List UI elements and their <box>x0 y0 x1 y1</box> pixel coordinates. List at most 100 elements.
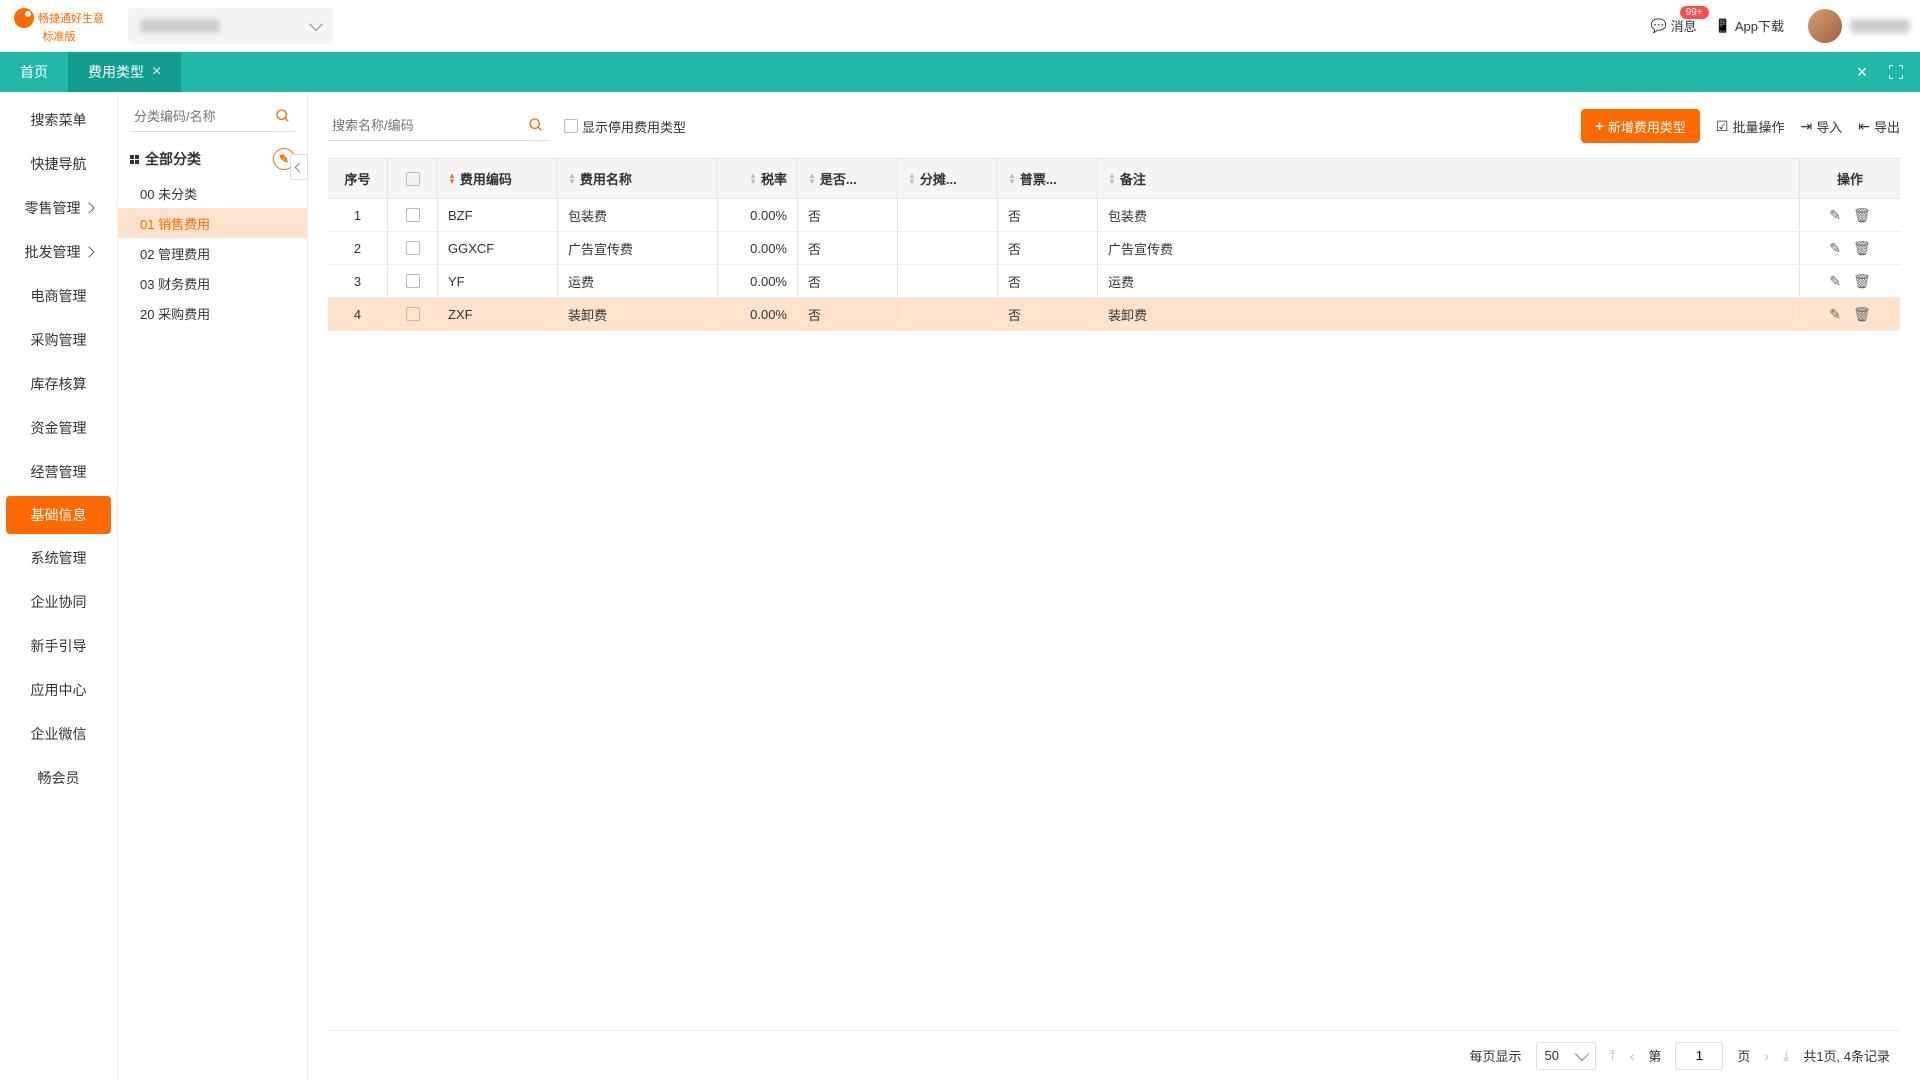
sidebar-item-label: 畅会员 <box>38 768 80 788</box>
category-item[interactable]: 00 未分类 <box>118 178 307 208</box>
messages-button[interactable]: 💬 消息 99+ <box>1650 16 1696 35</box>
checkbox-icon <box>406 274 420 288</box>
cell-code: YF <box>438 265 558 297</box>
table-row[interactable]: 2GGXCF广告宣传费0.00%否否广告宣传费✎🗑 <box>328 232 1900 265</box>
row-delete-button[interactable]: 🗑 <box>1853 273 1871 290</box>
sidebar-item[interactable]: 畅会员 <box>0 756 117 800</box>
sidebar-item[interactable]: 快捷导航 <box>0 142 117 186</box>
sidebar-item[interactable]: 搜索菜单 <box>0 98 117 142</box>
import-button[interactable]: ⇥ 导入 <box>1801 117 1843 136</box>
fullscreen-button[interactable] <box>1882 58 1910 86</box>
export-button[interactable]: ⇤ 导出 <box>1858 117 1900 136</box>
tab-home[interactable]: 首页 <box>0 52 68 92</box>
show-disabled-checkbox[interactable]: 显示停用费用类型 <box>564 117 686 136</box>
th-index[interactable]: 序号 <box>328 159 388 198</box>
brand-name: 畅捷通好生意 <box>38 10 104 26</box>
tab-close-icon[interactable]: × <box>152 64 161 80</box>
sidebar-item[interactable]: 企业微信 <box>0 712 117 756</box>
sidebar-item[interactable]: 新手引导 <box>0 624 117 668</box>
category-header[interactable]: 全部分类 ✎ <box>118 142 307 176</box>
app-download-button[interactable]: 📱 App下载 <box>1715 16 1784 35</box>
sidebar: 搜索菜单快捷导航零售管理批发管理电商管理采购管理库存核算资金管理经营管理基础信息… <box>0 92 118 1080</box>
row-delete-button[interactable]: 🗑 <box>1853 207 1871 224</box>
chevron-left-icon <box>294 162 304 172</box>
row-delete-button[interactable]: 🗑 <box>1853 240 1871 257</box>
sidebar-item-label: 快捷导航 <box>31 154 87 174</box>
tab-fee-type[interactable]: 费用类型 × <box>68 52 181 92</box>
org-switcher[interactable] <box>128 8 333 44</box>
sidebar-item[interactable]: 应用中心 <box>0 668 117 712</box>
row-edit-button[interactable]: ✎ <box>1829 273 1841 290</box>
cell-checkbox[interactable] <box>388 298 438 330</box>
tabbar-close-button[interactable]: × <box>1848 58 1876 86</box>
cell-name: 运费 <box>558 265 718 297</box>
main-search-input[interactable] <box>328 111 548 141</box>
sidebar-item[interactable]: 资金管理 <box>0 406 117 450</box>
add-fee-type-button[interactable]: + 新增费用类型 <box>1581 109 1700 143</box>
table-row[interactable]: 1BZF包装费0.00%否否包装费✎🗑 <box>328 199 1900 232</box>
batch-ops-button[interactable]: ☑ 批量操作 <box>1716 117 1785 136</box>
row-edit-button[interactable]: ✎ <box>1829 306 1841 323</box>
sidebar-item[interactable]: 批发管理 <box>0 230 117 274</box>
sidebar-item-label: 企业微信 <box>31 724 87 744</box>
table-row[interactable]: 3YF运费0.00%否否运费✎🗑 <box>328 265 1900 298</box>
show-disabled-label: 显示停用费用类型 <box>582 117 686 136</box>
sidebar-item[interactable]: 零售管理 <box>0 186 117 230</box>
search-icon[interactable] <box>528 117 544 136</box>
sidebar-item[interactable]: 采购管理 <box>0 318 117 362</box>
row-delete-button[interactable]: 🗑 <box>1853 306 1871 323</box>
page-input[interactable] <box>1675 1042 1723 1070</box>
category-item[interactable]: 01 销售费用 <box>118 208 307 238</box>
user-menu[interactable] <box>1802 9 1910 43</box>
top-header: 畅捷通好生意 标准版 💬 消息 99+ 📱 App下载 <box>0 0 1920 52</box>
th-rate[interactable]: ▲▼税率 <box>718 159 798 198</box>
cell-checkbox[interactable] <box>388 232 438 264</box>
cell-index: 1 <box>328 199 388 231</box>
page-last-button[interactable]: ⤓ <box>1783 1047 1789 1064</box>
page-summary: 共1页, 4条记录 <box>1803 1046 1890 1065</box>
category-collapse-button[interactable] <box>290 154 308 180</box>
chevron-right-icon <box>83 202 94 213</box>
main-content: 显示停用费用类型 + 新增费用类型 ☑ 批量操作 ⇥ 导入 ⇤ 导出 序号 <box>308 92 1920 1080</box>
th-name[interactable]: ▲▼费用名称 <box>558 159 718 198</box>
tab-home-label: 首页 <box>20 62 48 82</box>
sidebar-item[interactable]: 电商管理 <box>0 274 117 318</box>
page-next-button[interactable]: › <box>1764 1048 1769 1064</box>
table-row[interactable]: 4ZXF装卸费0.00%否否装卸费✎🗑 <box>328 298 1900 331</box>
category-search-input[interactable] <box>130 102 295 132</box>
sidebar-item[interactable]: 系统管理 <box>0 536 117 580</box>
cell-checkbox[interactable] <box>388 265 438 297</box>
row-edit-button[interactable]: ✎ <box>1829 207 1841 224</box>
sidebar-item[interactable]: 库存核算 <box>0 362 117 406</box>
row-edit-button[interactable]: ✎ <box>1829 240 1841 257</box>
cell-rate: 0.00% <box>718 298 798 330</box>
table-header: 序号 ▲▼费用编码 ▲▼费用名称 ▲▼税率 ▲▼是否... ▲▼分摊... ▲▼… <box>328 159 1900 199</box>
category-item[interactable]: 20 采购费用 <box>118 298 307 328</box>
page-prev-button[interactable]: ‹ <box>1630 1048 1635 1064</box>
cell-rate: 0.00% <box>718 199 798 231</box>
cell-apportion <box>898 265 998 297</box>
sort-icon: ▲▼ <box>808 173 816 185</box>
category-item[interactable]: 03 财务费用 <box>118 268 307 298</box>
th-remark[interactable]: ▲▼备注 <box>1098 159 1800 198</box>
th-checkbox[interactable] <box>388 159 438 198</box>
page-first-button[interactable]: ⤒ <box>1610 1047 1616 1064</box>
th-share[interactable]: ▲▼是否... <box>798 159 898 198</box>
sidebar-item[interactable]: 企业协同 <box>0 580 117 624</box>
th-pt[interactable]: ▲▼普票... <box>998 159 1098 198</box>
th-code[interactable]: ▲▼费用编码 <box>438 159 558 198</box>
brand-logo: 畅捷通好生意 标准版 <box>0 0 118 52</box>
th-ops: 操作 <box>1800 159 1900 198</box>
sidebar-item-label: 基础信息 <box>31 505 87 525</box>
cell-checkbox[interactable] <box>388 199 438 231</box>
sidebar-item[interactable]: 基础信息 <box>6 496 111 534</box>
checkbox-icon <box>564 119 578 133</box>
per-page-select[interactable]: 50 <box>1536 1042 1596 1070</box>
cell-ops: ✎🗑 <box>1800 265 1900 297</box>
category-item[interactable]: 02 管理费用 <box>118 238 307 268</box>
sidebar-item[interactable]: 经营管理 <box>0 450 117 494</box>
cell-ops: ✎🗑 <box>1800 199 1900 231</box>
th-apportion[interactable]: ▲▼分摊... <box>898 159 998 198</box>
search-icon[interactable] <box>275 108 291 127</box>
header-right: 💬 消息 99+ 📱 App下载 <box>1650 9 1910 43</box>
